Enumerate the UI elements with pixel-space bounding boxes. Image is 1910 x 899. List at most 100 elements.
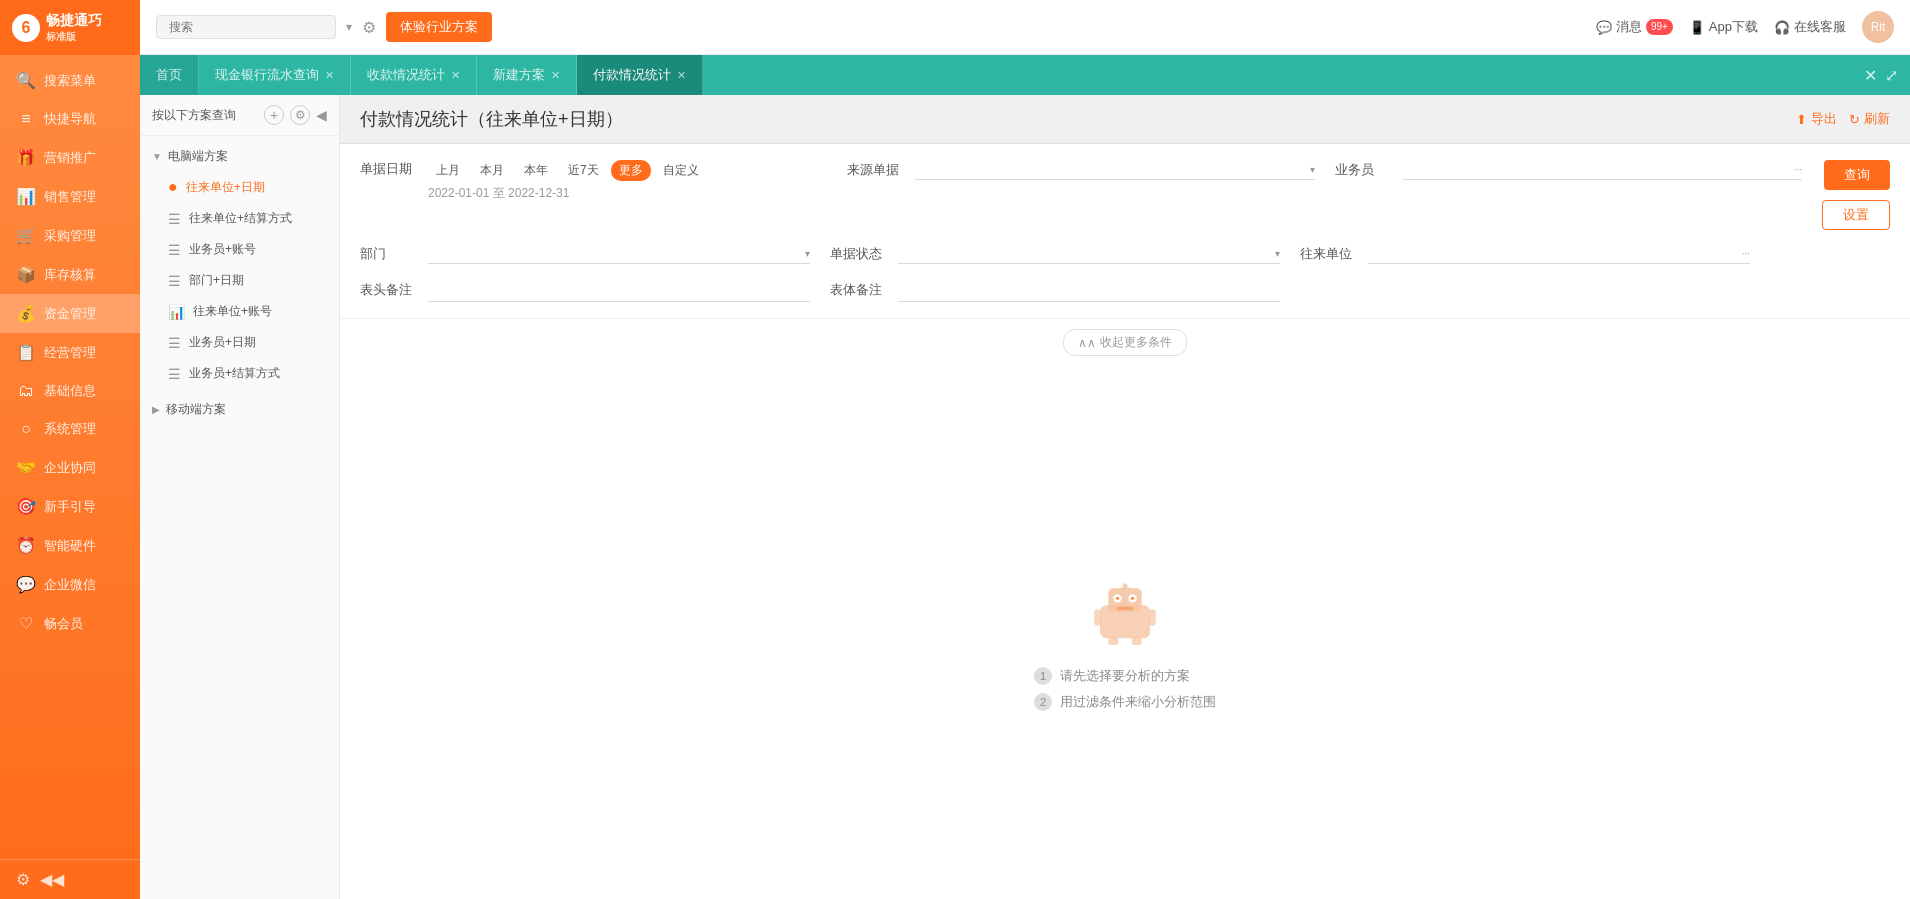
global-search-input[interactable] xyxy=(156,15,336,39)
messages-label: 消息 xyxy=(1616,18,1642,36)
svg-rect-8 xyxy=(1149,609,1156,626)
sidebar-item-label: 智能硬件 xyxy=(44,537,96,555)
header-note-input[interactable] xyxy=(428,278,810,302)
scheme-add-button[interactable]: + xyxy=(264,105,284,125)
sidebar-item-marketing[interactable]: 🎁 营销推广 xyxy=(0,138,140,177)
desktop-group-header[interactable]: ▼ 电脑端方案 xyxy=(140,142,339,171)
scheme-item-partner-account[interactable]: 📊 往来单位+账号 xyxy=(140,296,339,327)
hardware-icon: ⏰ xyxy=(16,536,36,555)
messages-button[interactable]: 💬 消息 99+ xyxy=(1596,18,1673,36)
partner-filter-label: 往来单位 xyxy=(1300,245,1360,263)
dept-select[interactable]: ▾ xyxy=(428,244,810,264)
query-button[interactable]: 查询 xyxy=(1824,160,1890,190)
export-button[interactable]: ⬆ 导出 xyxy=(1796,110,1837,128)
source-select[interactable]: ▾ xyxy=(915,160,1314,180)
body-note-input[interactable] xyxy=(898,278,1280,302)
this-year-option[interactable]: 本年 xyxy=(516,160,556,181)
tab-receipt-stats[interactable]: 收款情况统计 ✕ xyxy=(351,55,477,95)
tab-bank-flow-close[interactable]: ✕ xyxy=(325,69,334,82)
svg-rect-6 xyxy=(1117,606,1134,609)
scheme-collapse-button[interactable]: ◀ xyxy=(316,107,327,123)
docstatus-select[interactable]: ▾ xyxy=(898,244,1280,264)
dept-filter-label: 部门 xyxy=(360,245,420,263)
tip-2-text: 用过滤条件来缩小分析范围 xyxy=(1060,693,1216,711)
tip-num-1: 1 xyxy=(1034,667,1052,685)
collapse-sidebar-icon[interactable]: ◀◀ xyxy=(40,870,64,889)
sidebar-item-inventory[interactable]: 📦 库存核算 xyxy=(0,255,140,294)
sidebar-item-guide[interactable]: 🎯 新手引导 xyxy=(0,487,140,526)
staff-select[interactable]: ··· xyxy=(1403,160,1802,180)
customer-service-button[interactable]: 🎧 在线客服 xyxy=(1774,18,1846,36)
app-download-button[interactable]: 📱 App下载 xyxy=(1689,18,1758,36)
sidebar-item-system[interactable]: ○ 系统管理 xyxy=(0,410,140,448)
refresh-button[interactable]: ↻ 刷新 xyxy=(1849,110,1890,128)
tab-payment-stats-close[interactable]: ✕ xyxy=(677,69,686,82)
customer-service-label: 在线客服 xyxy=(1794,18,1846,36)
search-icon: 🔍 xyxy=(16,71,36,90)
tab-expand-icon[interactable]: ⤢ xyxy=(1885,66,1898,85)
scheme-item-dept-date[interactable]: ☰ 部门+日期 xyxy=(140,265,339,296)
sidebar-item-sales[interactable]: 📊 销售管理 xyxy=(0,177,140,216)
dept-filter-group: 部门 ▾ xyxy=(360,244,810,264)
more-options[interactable]: 更多 xyxy=(611,160,651,181)
chevron-right-icon: ▶ xyxy=(152,404,160,415)
scheme-settings-button[interactable]: ⚙ xyxy=(290,105,310,125)
settings-bottom-icon[interactable]: ⚙ xyxy=(16,870,30,889)
last-month-option[interactable]: 上月 xyxy=(428,160,468,181)
scheme-item-icon: ☰ xyxy=(168,366,181,382)
svg-rect-9 xyxy=(1108,636,1118,644)
tab-bank-flow[interactable]: 现金银行流水查询 ✕ xyxy=(199,55,351,95)
filter-row-2: 部门 ▾ 单据状态 ▾ 往来单位 xyxy=(360,244,1890,264)
sidebar-item-label: 销售管理 xyxy=(44,188,96,206)
sidebar-item-purchase[interactable]: 🛒 采购管理 xyxy=(0,216,140,255)
scheme-item-staff-date[interactable]: ☰ 业务员+日期 xyxy=(140,327,339,358)
date-options-col: 上月 本月 本年 近7天 更多 自定义 2022-01-01 至 2022-12… xyxy=(428,160,707,202)
sidebar-item-label: 营销推广 xyxy=(44,149,96,167)
sidebar-item-cooperation[interactable]: 🤝 企业协同 xyxy=(0,448,140,487)
logo-main-text: 畅捷通巧 xyxy=(46,12,102,30)
body-note-label: 表体备注 xyxy=(830,281,890,299)
wechat-icon: 💬 xyxy=(16,575,36,594)
scheme-item-partner-date[interactable]: ● 往来单位+日期 xyxy=(140,171,339,203)
desktop-group-label: 电脑端方案 xyxy=(168,148,228,165)
scheme-item-label: 部门+日期 xyxy=(189,272,244,289)
tab-bar: 首页 现金银行流水查询 ✕ 收款情况统计 ✕ 新建方案 ✕ 付款情况统计 ✕ ✕… xyxy=(140,55,1910,95)
tab-receipt-stats-close[interactable]: ✕ xyxy=(451,69,460,82)
custom-option[interactable]: 自定义 xyxy=(655,160,707,181)
sidebar-item-finance[interactable]: 💰 资金管理 xyxy=(0,294,140,333)
sidebar-item-search[interactable]: 🔍 搜索菜单 xyxy=(0,61,140,100)
sidebar-item-operation[interactable]: 📋 经营管理 xyxy=(0,333,140,372)
collapse-conditions-button[interactable]: ∧∧ 收起更多条件 xyxy=(1063,329,1187,356)
tab-payment-stats[interactable]: 付款情况统计 ✕ xyxy=(577,55,703,95)
sidebar-item-label: 快捷导航 xyxy=(44,110,96,128)
mobile-scheme-group[interactable]: ▶ 移动端方案 xyxy=(140,395,339,424)
scheme-item-staff-account[interactable]: ☰ 业务员+账号 xyxy=(140,234,339,265)
settings-icon[interactable]: ⚙ xyxy=(362,18,376,37)
filter-settings-button[interactable]: 设置 xyxy=(1822,200,1890,230)
tab-bank-flow-label: 现金银行流水查询 xyxy=(215,66,319,84)
sidebar-item-wechat[interactable]: 💬 企业微信 xyxy=(0,565,140,604)
sidebar-item-label: 资金管理 xyxy=(44,305,96,323)
dropdown-icon[interactable]: ▾ xyxy=(346,20,352,34)
sidebar-item-vip[interactable]: ♡ 畅会员 xyxy=(0,604,140,643)
scheme-item-staff-settle[interactable]: ☰ 业务员+结算方式 xyxy=(140,358,339,389)
tab-home[interactable]: 首页 xyxy=(140,55,199,95)
scheme-item-partner-settle[interactable]: ☰ 往来单位+结算方式 xyxy=(140,203,339,234)
svg-rect-10 xyxy=(1132,636,1142,644)
tab-new-scheme[interactable]: 新建方案 ✕ xyxy=(477,55,577,95)
sidebar-item-quick-nav[interactable]: ≡ 快捷导航 xyxy=(0,100,140,138)
staff-filter-label: 业务员 xyxy=(1335,161,1395,179)
export-label: 导出 xyxy=(1811,110,1837,128)
partner-select[interactable]: ··· xyxy=(1368,244,1750,264)
user-avatar[interactable]: Rit xyxy=(1862,11,1894,43)
tab-window-close-icon[interactable]: ✕ xyxy=(1864,66,1877,85)
trial-button[interactable]: 体验行业方案 xyxy=(386,12,492,42)
sidebar-item-basic-info[interactable]: 🗂 基础信息 xyxy=(0,372,140,410)
last-7days-option[interactable]: 近7天 xyxy=(560,160,607,181)
message-icon: 💬 xyxy=(1596,20,1612,35)
sidebar-item-hardware[interactable]: ⏰ 智能硬件 xyxy=(0,526,140,565)
tabs-actions: ✕ ⤢ xyxy=(1852,66,1910,85)
this-month-option[interactable]: 本月 xyxy=(472,160,512,181)
tab-new-scheme-close[interactable]: ✕ xyxy=(551,69,560,82)
scheme-item-icon: ☰ xyxy=(168,242,181,258)
